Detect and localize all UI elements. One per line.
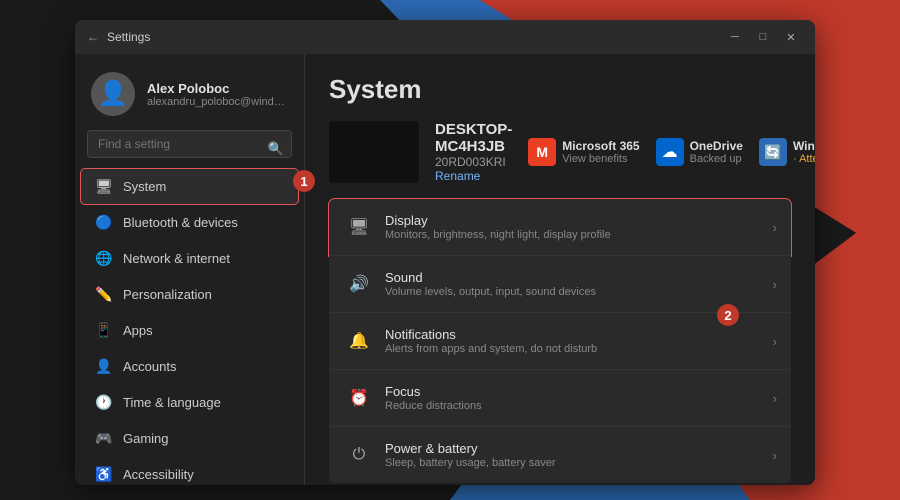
- sidebar-item-network[interactable]: 🌐 Network & internet: [81, 241, 298, 276]
- sidebar-item-system[interactable]: 🖥 System: [81, 169, 298, 204]
- sidebar-item-label-personalization: Personalization: [123, 287, 212, 302]
- device-id: 20RD003KRI: [435, 155, 512, 169]
- focus-text: Focus Reduce distractions: [385, 384, 773, 412]
- sidebar-item-label-bluetooth: Bluetooth & devices: [123, 215, 238, 230]
- user-name: Alex Poloboc: [147, 81, 288, 96]
- notifications-chevron: ›: [773, 334, 777, 349]
- settings-item-focus[interactable]: ⏰ Focus Reduce distractions ›: [329, 370, 791, 427]
- device-services: M Microsoft 365 View benefits ☁ OneDrive…: [528, 138, 815, 166]
- service-ms365[interactable]: M Microsoft 365 View benefits: [528, 138, 639, 166]
- device-name: DESKTOP-MC4H3JB: [435, 121, 512, 155]
- accessibility-icon: ♿: [95, 466, 113, 483]
- power-name: Power & battery: [385, 441, 773, 456]
- display-name: Display: [385, 213, 773, 228]
- service-winupdate[interactable]: 🔄 Windows Update · Attention needed: [759, 138, 815, 166]
- time-icon: 🕐: [95, 394, 113, 411]
- titlebar-controls: ─ □ ✕: [723, 27, 803, 47]
- focus-chevron: ›: [773, 391, 777, 406]
- main-layout: 👤 Alex Poloboc alexandru_poloboc@windows…: [75, 54, 815, 485]
- user-info: Alex Poloboc alexandru_poloboc@windowsre…: [147, 81, 288, 108]
- notifications-text: Notifications Alerts from apps and syste…: [385, 327, 773, 355]
- display-desc: Monitors, brightness, night light, displ…: [385, 229, 773, 241]
- titlebar-title: Settings: [107, 30, 150, 44]
- focus-desc: Reduce distractions: [385, 400, 773, 412]
- maximize-button[interactable]: □: [751, 27, 775, 47]
- avatar: 👤: [91, 72, 135, 116]
- ms365-icon: M: [528, 138, 556, 166]
- device-row: DESKTOP-MC4H3JB 20RD003KRI Rename M Micr…: [329, 121, 791, 183]
- winupdate-text: Windows Update · Attention needed: [793, 139, 815, 165]
- display-text: Display Monitors, brightness, night ligh…: [385, 213, 773, 241]
- device-rename[interactable]: Rename: [435, 169, 512, 183]
- settings-window: ← Settings ─ □ ✕ 👤 Alex Poloboc alexandr…: [75, 20, 815, 485]
- sidebar-item-label-network: Network & internet: [123, 251, 230, 266]
- settings-list: 🖥 Display Monitors, brightness, night li…: [329, 199, 791, 483]
- ms365-text: Microsoft 365 View benefits: [562, 139, 639, 165]
- badge-1: 1: [293, 170, 315, 192]
- sidebar-item-label-gaming: Gaming: [123, 431, 169, 446]
- sidebar-item-bluetooth[interactable]: 🔵 Bluetooth & devices: [81, 205, 298, 240]
- system-icon: 🖥: [95, 178, 113, 195]
- notifications-name: Notifications: [385, 327, 773, 342]
- notifications-icon: 🔔: [343, 325, 375, 357]
- display-icon: 🖥: [343, 211, 375, 243]
- close-button[interactable]: ✕: [779, 27, 803, 47]
- onedrive-icon: ☁: [656, 138, 684, 166]
- display-chevron: ›: [773, 220, 777, 235]
- sidebar-item-label-accounts: Accounts: [123, 359, 176, 374]
- network-icon: 🌐: [95, 250, 113, 267]
- sound-name: Sound: [385, 270, 773, 285]
- accounts-icon: 👤: [95, 358, 113, 375]
- page-title: System: [329, 74, 791, 105]
- sound-chevron: ›: [773, 277, 777, 292]
- badge-2: 2: [717, 304, 739, 326]
- user-email: alexandru_poloboc@windowsreport...: [147, 96, 288, 108]
- sound-text: Sound Volume levels, output, input, soun…: [385, 270, 773, 298]
- sidebar-item-label-accessibility: Accessibility: [123, 467, 194, 482]
- sound-desc: Volume levels, output, input, sound devi…: [385, 286, 773, 298]
- sidebar-item-accounts[interactable]: 👤 Accounts: [81, 349, 298, 384]
- search-input[interactable]: [87, 130, 292, 158]
- focus-icon: ⏰: [343, 382, 375, 414]
- sidebar-item-personalization[interactable]: ✏️ Personalization: [81, 277, 298, 312]
- nav-list: 🖥 System 🔵 Bluetooth & devices 🌐 Network…: [75, 169, 304, 485]
- power-icon: ⏻: [343, 439, 375, 471]
- settings-item-display[interactable]: 🖥 Display Monitors, brightness, night li…: [329, 199, 791, 256]
- titlebar: ← Settings ─ □ ✕: [75, 20, 815, 54]
- sidebar-item-time[interactable]: 🕐 Time & language: [81, 385, 298, 420]
- sidebar-item-label-apps: Apps: [123, 323, 153, 338]
- notifications-desc: Alerts from apps and system, do not dist…: [385, 343, 773, 355]
- sound-icon: 🔊: [343, 268, 375, 300]
- service-onedrive[interactable]: ☁ OneDrive Backed up: [656, 138, 743, 166]
- winupdate-icon: 🔄: [759, 138, 787, 166]
- minimize-button[interactable]: ─: [723, 27, 747, 47]
- power-desc: Sleep, battery usage, battery saver: [385, 457, 773, 469]
- device-thumbnail: [329, 121, 419, 183]
- gaming-icon: 🎮: [95, 430, 113, 447]
- content-area: System DESKTOP-MC4H3JB 20RD003KRI Rename…: [305, 54, 815, 485]
- sidebar-item-apps[interactable]: 📱 Apps: [81, 313, 298, 348]
- sidebar-item-gaming[interactable]: 🎮 Gaming: [81, 421, 298, 456]
- bluetooth-icon: 🔵: [95, 214, 113, 231]
- power-chevron: ›: [773, 448, 777, 463]
- back-button[interactable]: ←: [87, 30, 99, 44]
- sidebar: 👤 Alex Poloboc alexandru_poloboc@windows…: [75, 54, 305, 485]
- sidebar-item-label-system: System: [123, 179, 166, 194]
- sidebar-item-accessibility[interactable]: ♿ Accessibility: [81, 457, 298, 485]
- apps-icon: 📱: [95, 322, 113, 339]
- titlebar-left: ← Settings: [87, 30, 150, 44]
- device-info: DESKTOP-MC4H3JB 20RD003KRI Rename: [435, 121, 512, 183]
- sidebar-item-label-time: Time & language: [123, 395, 221, 410]
- power-text: Power & battery Sleep, battery usage, ba…: [385, 441, 773, 469]
- focus-name: Focus: [385, 384, 773, 399]
- search-container: 🔍: [75, 130, 304, 168]
- onedrive-text: OneDrive Backed up: [690, 139, 743, 165]
- settings-item-power[interactable]: ⏻ Power & battery Sleep, battery usage, …: [329, 427, 791, 483]
- user-profile[interactable]: 👤 Alex Poloboc alexandru_poloboc@windows…: [75, 54, 304, 130]
- personalization-icon: ✏️: [95, 286, 113, 303]
- avatar-icon: 👤: [98, 82, 128, 106]
